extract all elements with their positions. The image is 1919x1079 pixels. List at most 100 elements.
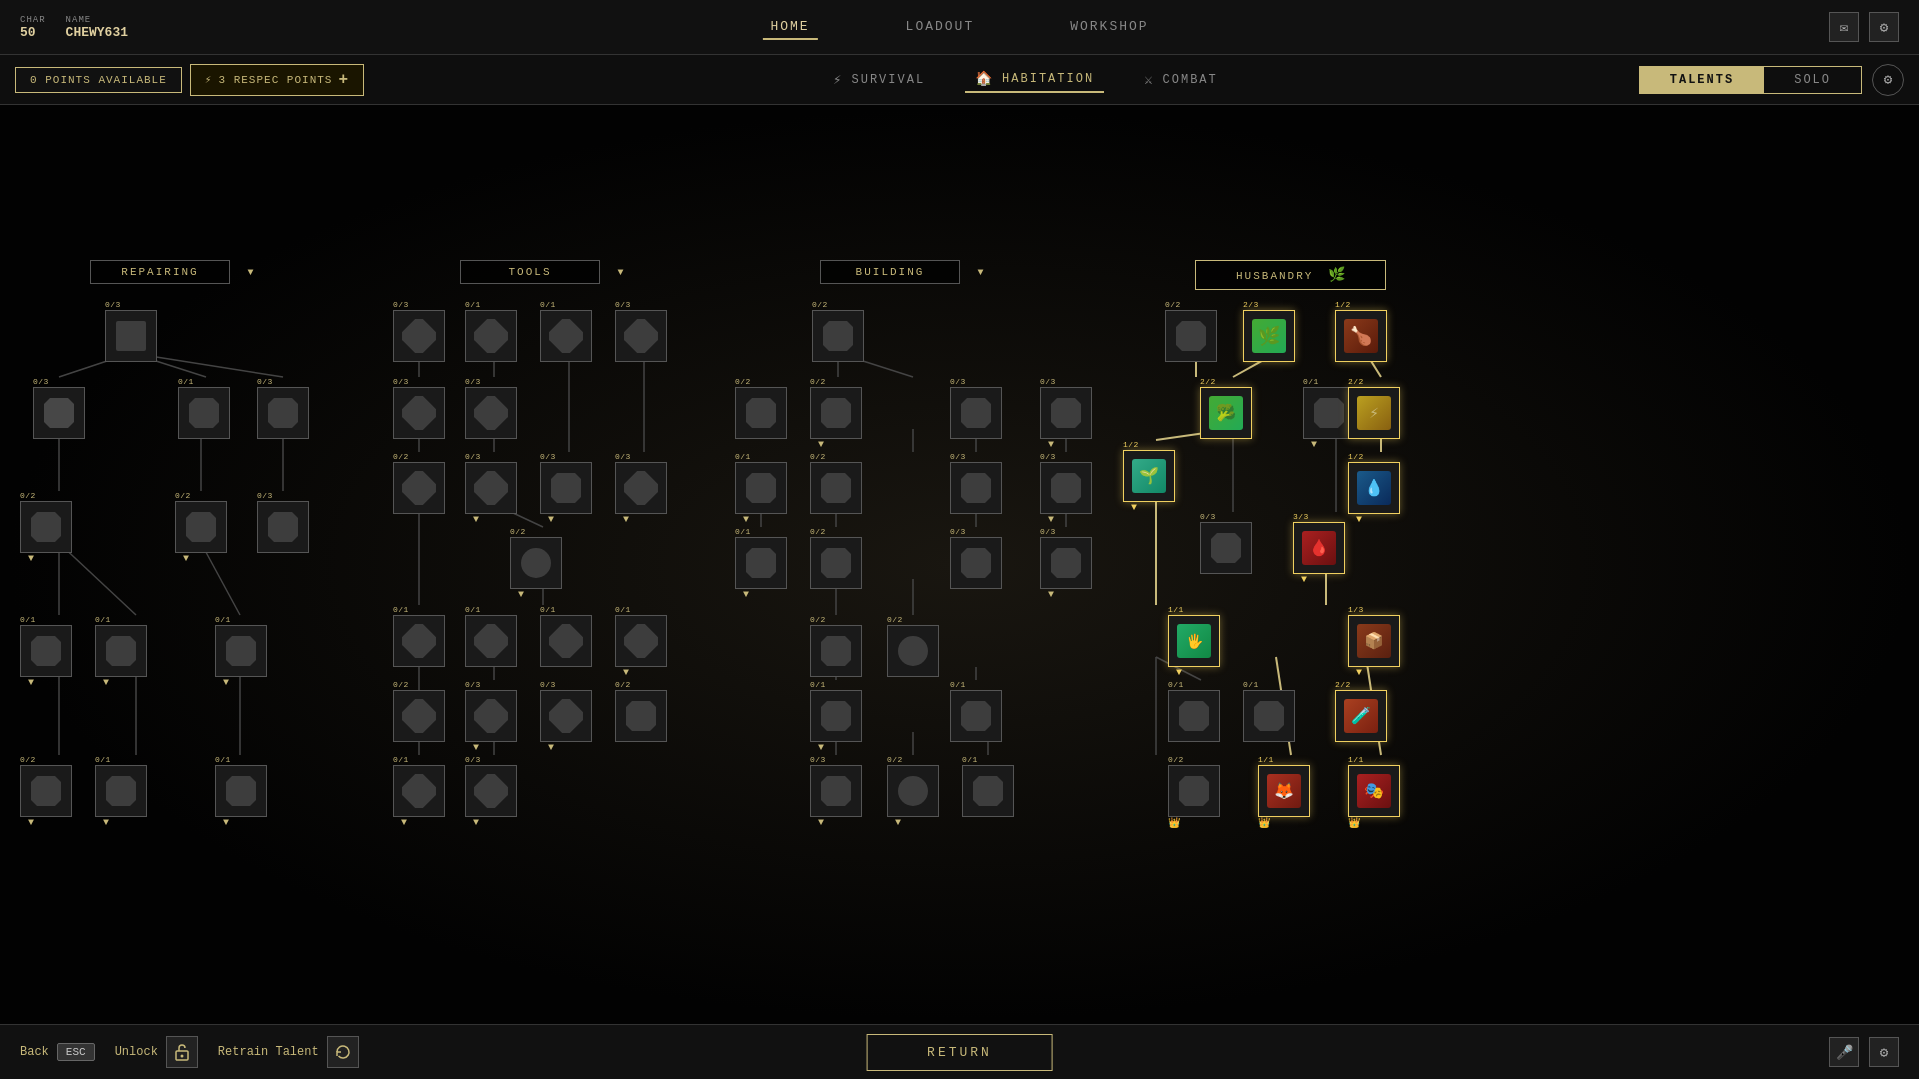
back-action[interactable]: Back ESC — [20, 1043, 95, 1061]
node-b7[interactable]: 0/2 — [810, 452, 862, 514]
node-b20[interactable]: 0/1 — [962, 755, 1014, 817]
tab-solo[interactable]: SOLO — [1764, 67, 1861, 93]
node-t9[interactable]: 0/3 ▼ — [540, 452, 592, 525]
node-r10[interactable]: 0/1 ▼ — [215, 615, 267, 688]
node-b3[interactable]: 0/2 ▼ — [810, 377, 862, 450]
node-t13[interactable]: 0/1 — [465, 605, 517, 667]
node-t16[interactable]: 0/2 — [393, 680, 445, 742]
node-h6[interactable]: 2/2 ⚡ — [1348, 377, 1400, 439]
node-h12[interactable]: 1/3 📦 ▼ — [1348, 605, 1400, 678]
node-b11[interactable]: 0/2 — [810, 527, 862, 589]
node-b2[interactable]: 0/2 — [735, 377, 787, 439]
node-h2[interactable]: 2/3 🌿 — [1243, 300, 1295, 362]
survival-icon: ⚡ — [833, 71, 843, 88]
node-b9[interactable]: 0/3 ▼ — [1040, 452, 1092, 525]
node-t3[interactable]: 0/1 — [540, 300, 592, 362]
node-t19[interactable]: 0/2 — [615, 680, 667, 742]
node-r3[interactable]: 0/1 — [178, 377, 230, 439]
node-t15[interactable]: 0/1 ▼ — [615, 605, 667, 678]
nav-loadout[interactable]: LOADOUT — [898, 15, 983, 40]
retrain-icon[interactable] — [327, 1036, 359, 1068]
node-h7[interactable]: 1/2 🌱 ▼ — [1123, 440, 1175, 513]
node-r5[interactable]: 0/2 ▼ — [20, 491, 72, 564]
unlock-action[interactable]: Unlock — [115, 1036, 198, 1068]
node-t8[interactable]: 0/3 ▼ — [465, 452, 517, 525]
node-t2[interactable]: 0/1 — [465, 300, 517, 362]
node-r8[interactable]: 0/1 ▼ — [20, 615, 72, 688]
node-r13[interactable]: 0/1 ▼ — [215, 755, 267, 828]
tab-combat[interactable]: ⚔ COMBAT — [1134, 66, 1228, 93]
retrain-action[interactable]: Retrain Talent — [218, 1036, 359, 1068]
settings-button[interactable]: ⚙ — [1869, 12, 1899, 42]
node-t6[interactable]: 0/3 — [465, 377, 517, 439]
esc-key[interactable]: ESC — [57, 1043, 95, 1061]
node-h18[interactable]: 1/1 🎭 👑 — [1348, 755, 1400, 829]
node-t7[interactable]: 0/2 — [393, 452, 445, 514]
nav-home[interactable]: HOME — [762, 15, 817, 40]
node-b14[interactable]: 0/2 — [810, 615, 862, 677]
tab-talents[interactable]: TALENTS — [1640, 67, 1764, 93]
node-r9[interactable]: 0/1 ▼ — [95, 615, 147, 688]
mail-button[interactable]: ✉ — [1829, 12, 1859, 42]
node-b17[interactable]: 0/1 — [950, 680, 1002, 742]
tree-settings-button[interactable]: ⚙ — [1872, 64, 1904, 96]
survival-label: SURVIVAL — [852, 73, 926, 87]
node-r6[interactable]: 0/2 ▼ — [175, 491, 227, 564]
return-button[interactable]: RETURN — [866, 1034, 1053, 1071]
node-r1[interactable]: 0/3 — [105, 300, 157, 362]
node-h4[interactable]: 2/2 🥦 — [1200, 377, 1252, 439]
node-b15[interactable]: 0/2 — [887, 615, 939, 677]
node-t10[interactable]: 0/3 ▼ — [615, 452, 667, 525]
node-h16[interactable]: 0/2 👑 — [1168, 755, 1220, 829]
node-b8[interactable]: 0/3 — [950, 452, 1002, 514]
node-h1[interactable]: 0/2 — [1165, 300, 1217, 362]
node-h14[interactable]: 0/1 — [1243, 680, 1295, 742]
node-t4[interactable]: 0/3 — [615, 300, 667, 362]
unlock-icon[interactable] — [166, 1036, 198, 1068]
bottom-settings-button[interactable]: ⚙ — [1869, 1037, 1899, 1067]
node-t17[interactable]: 0/3 ▼ — [465, 680, 517, 753]
node-t11[interactable]: 0/2 ▼ — [510, 527, 562, 600]
mic-button[interactable]: 🎤 — [1829, 1037, 1859, 1067]
back-label: Back — [20, 1045, 49, 1059]
node-h17[interactable]: 1/1 🦊 👑 — [1258, 755, 1310, 829]
habitation-label: HABITATION — [1002, 72, 1094, 86]
respec-points-button[interactable]: ⚡ 3 RESPEC POINTS + — [190, 64, 364, 96]
node-r2[interactable]: 0/3 — [33, 377, 85, 439]
node-t1[interactable]: 0/3 — [393, 300, 445, 362]
node-t18[interactable]: 0/3 ▼ — [540, 680, 592, 753]
tab-habitation[interactable]: 🏠 HABITATION — [965, 66, 1104, 93]
points-available-button[interactable]: 0 POINTS AVAILABLE — [15, 67, 182, 93]
tools-header-wrap: TOOLS ▼ — [460, 260, 624, 289]
node-b13[interactable]: 0/3 ▼ — [1040, 527, 1092, 600]
node-h3[interactable]: 1/2 🍗 — [1335, 300, 1387, 362]
node-b18[interactable]: 0/3 ▼ — [810, 755, 862, 828]
node-h13[interactable]: 0/1 — [1168, 680, 1220, 742]
node-h15[interactable]: 2/2 🧪 — [1335, 680, 1387, 742]
tab-survival[interactable]: ⚡ SURVIVAL — [823, 66, 935, 93]
node-h10[interactable]: 3/3 🩸 ▼ — [1293, 512, 1345, 585]
node-b4[interactable]: 0/3 — [950, 377, 1002, 439]
node-b6[interactable]: 0/1 ▼ — [735, 452, 787, 525]
node-b10[interactable]: 0/1 ▼ — [735, 527, 787, 600]
node-t20[interactable]: 0/1 ▼ — [393, 755, 445, 828]
node-r7[interactable]: 0/3 — [257, 491, 309, 553]
node-b12[interactable]: 0/3 — [950, 527, 1002, 589]
nav-workshop[interactable]: WORKSHOP — [1062, 15, 1156, 40]
node-h8[interactable]: 1/2 💧 ▼ — [1348, 452, 1400, 525]
node-t5[interactable]: 0/3 — [393, 377, 445, 439]
node-r12[interactable]: 0/1 ▼ — [95, 755, 147, 828]
node-t12[interactable]: 0/1 — [393, 605, 445, 667]
char-label: CHAR — [20, 15, 46, 25]
node-b5[interactable]: 0/3 ▼ — [1040, 377, 1092, 450]
node-b1[interactable]: 0/2 — [812, 300, 864, 362]
node-h9[interactable]: 0/3 — [1200, 512, 1252, 574]
node-b19[interactable]: 0/2 ▼ — [887, 755, 939, 828]
node-r11[interactable]: 0/2 ▼ — [20, 755, 72, 828]
respec-plus[interactable]: + — [338, 71, 349, 89]
node-t21[interactable]: 0/3 ▼ — [465, 755, 517, 828]
node-h11[interactable]: 1/1 🖐 ▼ — [1168, 605, 1220, 678]
node-t14[interactable]: 0/1 — [540, 605, 592, 667]
node-r4[interactable]: 0/3 — [257, 377, 309, 439]
node-b16[interactable]: 0/1 ▼ — [810, 680, 862, 753]
